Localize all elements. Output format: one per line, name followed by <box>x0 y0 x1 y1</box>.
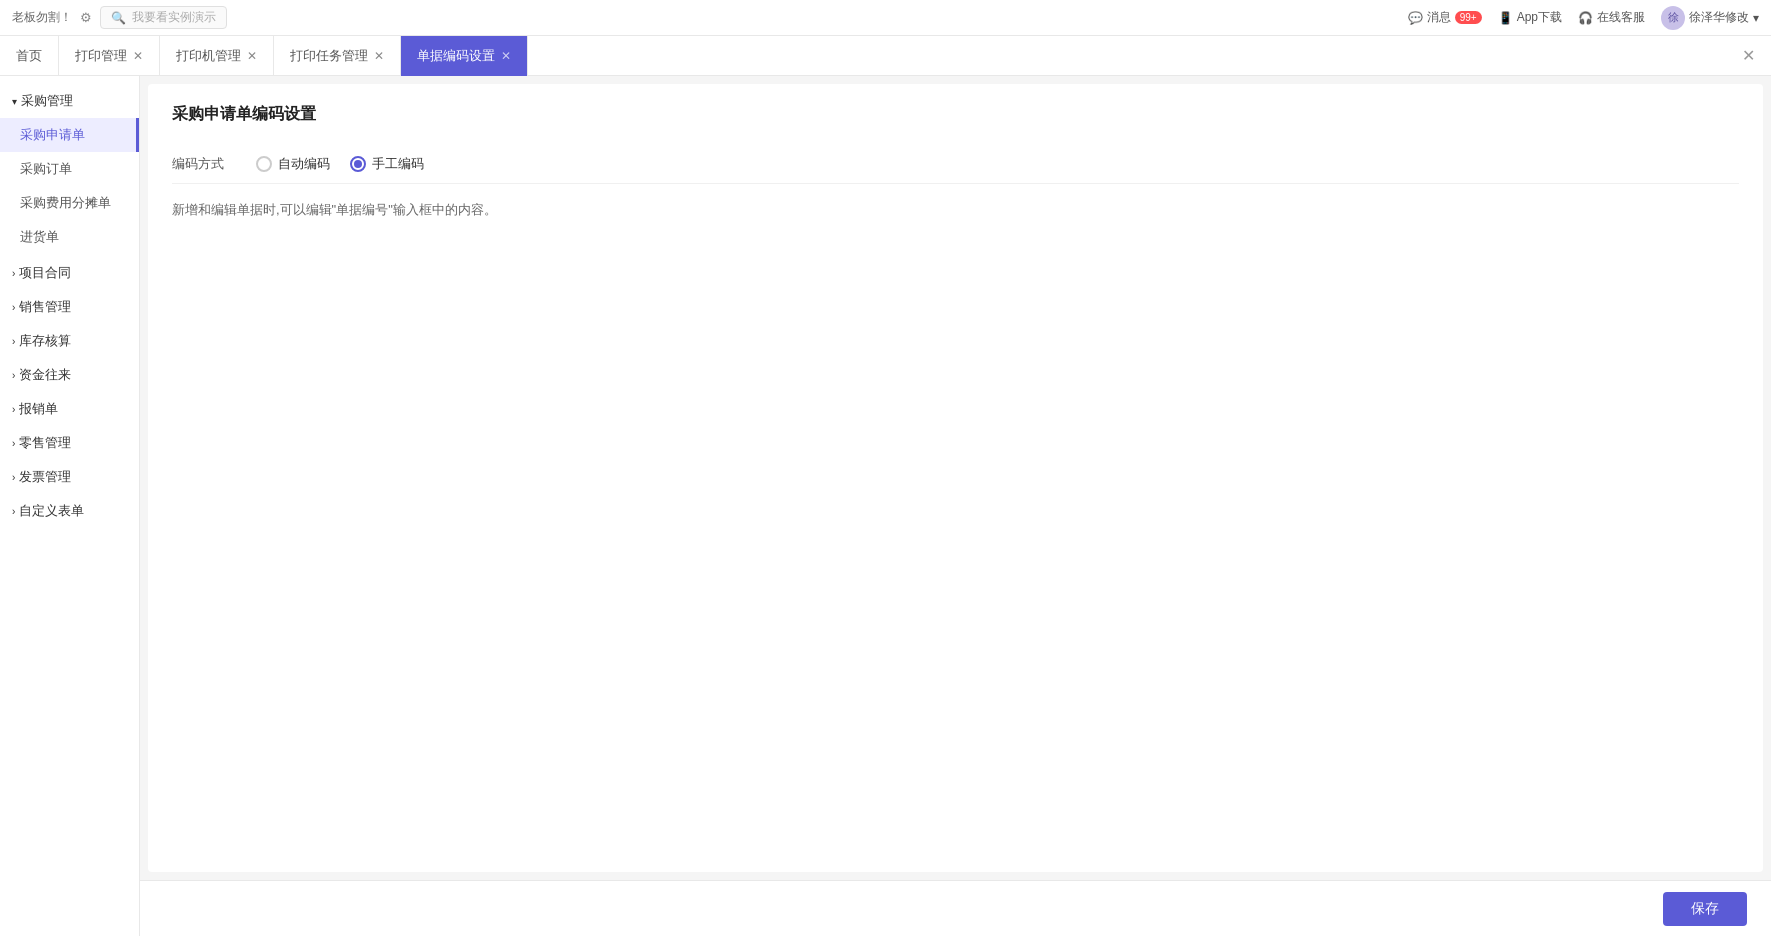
sidebar-group-funds-label: 资金往来 <box>19 366 71 384</box>
radio-manual-encode[interactable]: 手工编码 <box>350 155 424 173</box>
save-button[interactable]: 保存 <box>1663 892 1747 926</box>
sidebar-group-retail-label: 零售管理 <box>19 434 71 452</box>
chevron-right-icon: › <box>12 336 15 347</box>
tab-single-encode-label: 单据编码设置 <box>417 47 495 65</box>
radio-auto-encode[interactable]: 自动编码 <box>256 155 330 173</box>
settings-icon[interactable]: ⚙ <box>80 10 92 25</box>
headset-icon: 🎧 <box>1578 11 1593 25</box>
sidebar-item-purchase-request[interactable]: 采购申请单 <box>0 118 139 152</box>
tab-printer-mgmt[interactable]: 打印机管理 ✕ <box>160 36 274 76</box>
message-button[interactable]: 💬 消息 99+ <box>1408 9 1482 26</box>
message-badge: 99+ <box>1455 11 1482 24</box>
content-area: 采购申请单编码设置 编码方式 自动编码 手工编码 <box>140 76 1771 936</box>
search-icon: 🔍 <box>111 11 126 25</box>
sidebar-group-returns-header[interactable]: › 报销单 <box>0 392 139 426</box>
radio-auto-encode-label: 自动编码 <box>278 155 330 173</box>
main-layout: ▾ 采购管理 采购申请单 采购订单 采购费用分摊单 进货单 › 项目合同 › 销… <box>0 76 1771 936</box>
app-download-label: App下载 <box>1517 9 1562 26</box>
chevron-right-icon: › <box>12 506 15 517</box>
sidebar-group-funds-header[interactable]: › 资金往来 <box>0 358 139 392</box>
avatar: 徐 <box>1661 6 1685 30</box>
sidebar-group-invoice-label: 发票管理 <box>19 468 71 486</box>
sidebar-group-returns-label: 报销单 <box>19 400 58 418</box>
sidebar-group-invoice-header[interactable]: › 发票管理 <box>0 460 139 494</box>
radio-group-encoding: 自动编码 手工编码 <box>256 155 424 173</box>
search-bar[interactable]: 🔍 我要看实例演示 <box>100 6 227 29</box>
sidebar-item-purchase-request-label: 采购申请单 <box>20 127 85 142</box>
tab-printer-mgmt-label: 打印机管理 <box>176 47 241 65</box>
sidebar-group-custom-form-label: 自定义表单 <box>19 502 84 520</box>
sidebar-item-purchase-expense-label: 采购费用分摊单 <box>20 195 111 210</box>
sidebar-item-purchase-order-label: 采购订单 <box>20 161 72 176</box>
sidebar-item-purchase-expense[interactable]: 采购费用分摊单 <box>0 186 139 220</box>
online-service-button[interactable]: 🎧 在线客服 <box>1578 9 1645 26</box>
app-logo: 老板勿割！ <box>12 9 72 26</box>
app-download-icon: 📱 <box>1498 11 1513 25</box>
tab-bar-close-all[interactable]: ✕ <box>1742 46 1771 65</box>
app-download-button[interactable]: 📱 App下载 <box>1498 9 1562 26</box>
username-label: 徐泽华修改 <box>1689 9 1749 26</box>
sidebar-group-inventory-header[interactable]: › 库存核算 <box>0 324 139 358</box>
tab-print-mgmt-label: 打印管理 <box>75 47 127 65</box>
chevron-right-icon: › <box>12 302 15 313</box>
chevron-right-icon: › <box>12 268 15 279</box>
search-placeholder-text: 我要看实例演示 <box>132 9 216 26</box>
tab-printer-mgmt-close[interactable]: ✕ <box>247 49 257 63</box>
chevron-down-icon: ▾ <box>12 96 17 107</box>
sidebar-group-project-contract-label: 项目合同 <box>19 264 71 282</box>
chevron-right-icon: › <box>12 404 15 415</box>
tab-print-mgmt-close[interactable]: ✕ <box>133 49 143 63</box>
sidebar-group-retail-header[interactable]: › 零售管理 <box>0 426 139 460</box>
user-profile[interactable]: 徐 徐泽华修改 ▾ <box>1661 6 1759 30</box>
sidebar-item-stock-in-label: 进货单 <box>20 229 59 244</box>
sidebar-group-purchase: ▾ 采购管理 采购申请单 采购订单 采购费用分摊单 进货单 <box>0 84 139 254</box>
tab-single-encode[interactable]: 单据编码设置 ✕ <box>401 36 528 76</box>
sidebar-group-sales-header[interactable]: › 销售管理 <box>0 290 139 324</box>
chevron-right-icon: › <box>12 438 15 449</box>
hint-text: 新增和编辑单据时,可以编辑"单据编号"输入框中的内容。 <box>172 200 1739 221</box>
tab-print-mgmt[interactable]: 打印管理 ✕ <box>59 36 160 76</box>
page-title: 采购申请单编码设置 <box>172 104 1739 125</box>
tab-print-task-mgmt-close[interactable]: ✕ <box>374 49 384 63</box>
tab-single-encode-close[interactable]: ✕ <box>501 49 511 63</box>
top-bar-left: 老板勿割！ ⚙ 🔍 我要看实例演示 <box>12 6 227 29</box>
sidebar-group-inventory-label: 库存核算 <box>19 332 71 350</box>
radio-auto-encode-circle <box>256 156 272 172</box>
message-icon: 💬 <box>1408 11 1423 25</box>
chevron-right-icon: › <box>12 370 15 381</box>
tab-print-task-mgmt-label: 打印任务管理 <box>290 47 368 65</box>
tab-print-task-mgmt[interactable]: 打印任务管理 ✕ <box>274 36 401 76</box>
content-wrapper: 采购申请单编码设置 编码方式 自动编码 手工编码 <box>140 76 1771 936</box>
sidebar-item-stock-in[interactable]: 进货单 <box>0 220 139 254</box>
radio-manual-encode-circle <box>350 156 366 172</box>
sidebar-group-purchase-label: 采购管理 <box>21 92 73 110</box>
encoding-row: 编码方式 自动编码 手工编码 <box>172 145 1739 184</box>
online-service-label: 在线客服 <box>1597 9 1645 26</box>
sidebar-group-purchase-header[interactable]: ▾ 采购管理 <box>0 84 139 118</box>
tab-bar: 首页 打印管理 ✕ 打印机管理 ✕ 打印任务管理 ✕ 单据编码设置 ✕ ✕ <box>0 36 1771 76</box>
content-inner: 采购申请单编码设置 编码方式 自动编码 手工编码 <box>148 84 1763 872</box>
radio-manual-encode-label: 手工编码 <box>372 155 424 173</box>
tab-home[interactable]: 首页 <box>0 36 59 76</box>
top-bar: 老板勿割！ ⚙ 🔍 我要看实例演示 💬 消息 99+ 📱 App下载 🎧 在线客… <box>0 0 1771 36</box>
footer-bar: 保存 <box>140 880 1771 936</box>
sidebar: ▾ 采购管理 采购申请单 采购订单 采购费用分摊单 进货单 › 项目合同 › 销… <box>0 76 140 936</box>
chevron-right-icon: › <box>12 472 15 483</box>
encoding-label: 编码方式 <box>172 155 232 173</box>
chevron-down-icon: ▾ <box>1753 11 1759 25</box>
sidebar-group-custom-form-header[interactable]: › 自定义表单 <box>0 494 139 528</box>
sidebar-group-sales-label: 销售管理 <box>19 298 71 316</box>
message-label: 消息 <box>1427 9 1451 26</box>
sidebar-item-purchase-order[interactable]: 采购订单 <box>0 152 139 186</box>
sidebar-group-project-contract-header[interactable]: › 项目合同 <box>0 256 139 290</box>
tab-home-label: 首页 <box>16 47 42 65</box>
top-bar-right: 💬 消息 99+ 📱 App下载 🎧 在线客服 徐 徐泽华修改 ▾ <box>1408 6 1759 30</box>
